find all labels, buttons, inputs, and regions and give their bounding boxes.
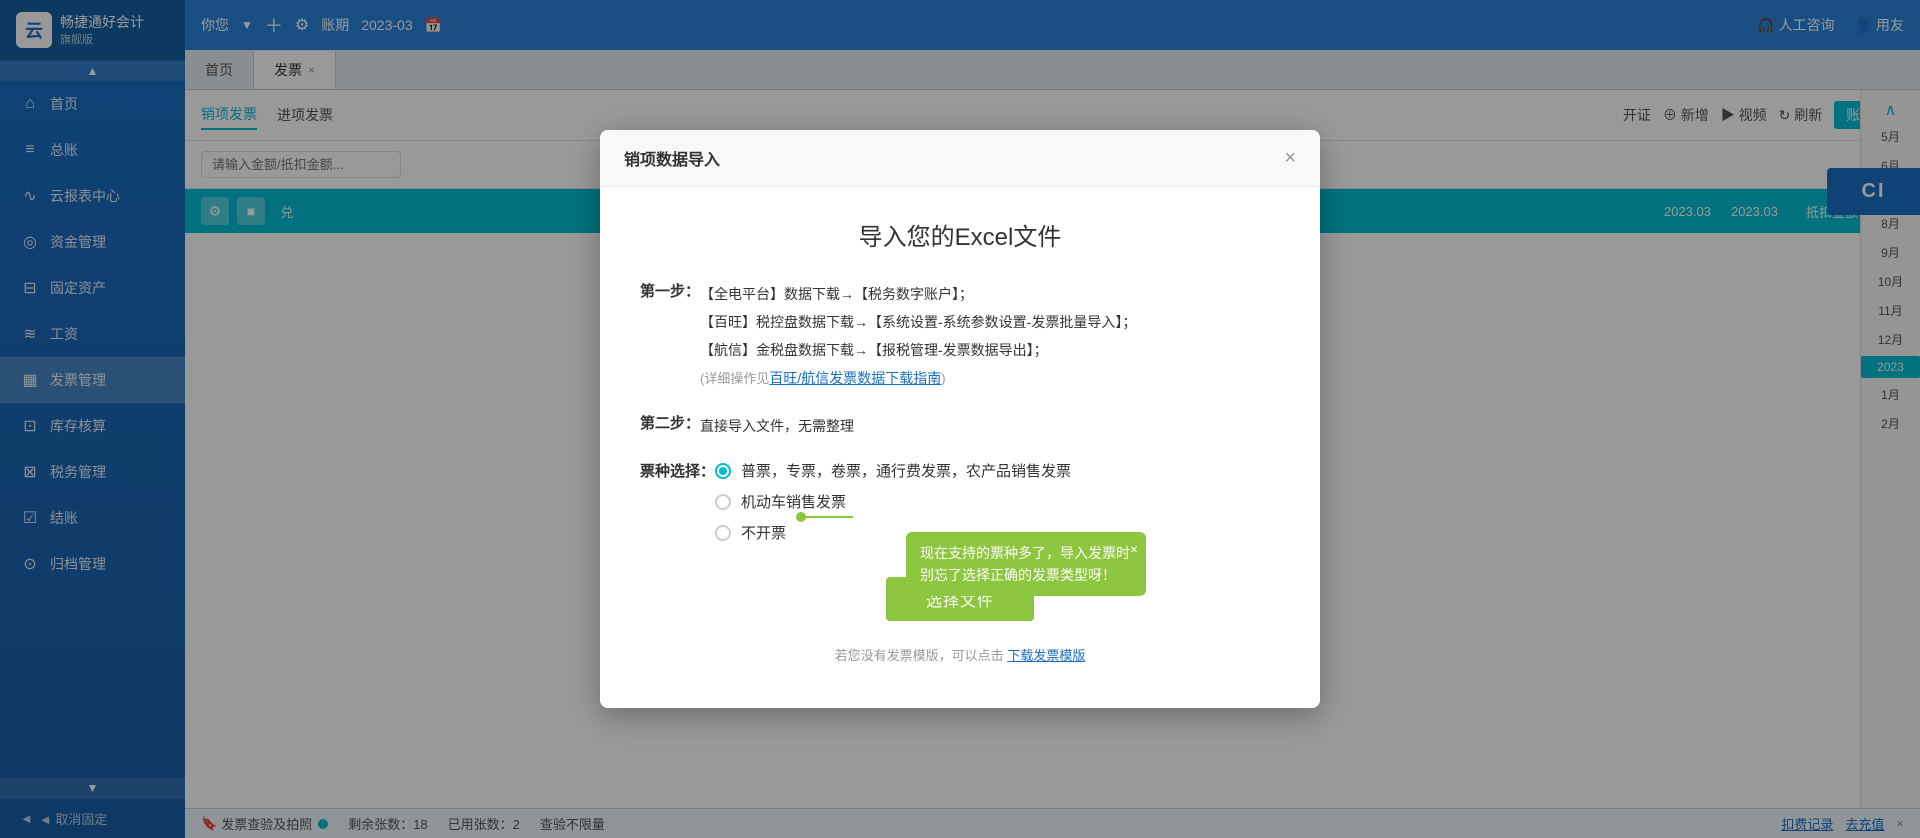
footer-text: 若您没有发票模版，可以点击 (835, 648, 1004, 663)
radio-label-1: 普票，专票，卷票，通行费发票，农产品销售发票 (741, 460, 1071, 481)
ticket-type-row: 票种选择： 普票，专票，卷票，通行费发票，农产品销售发票 机动车销售发票 (640, 460, 1280, 553)
tooltip-close-btn[interactable]: × (1130, 538, 1138, 560)
tooltip-text: 现在支持的票种多了，导入发票时别忘了选择正确的发票类型呀！ (920, 545, 1130, 583)
step1-line1: 【全电平台】数据下载→【税务数字账户】； (700, 280, 1136, 308)
modal-close-button[interactable]: × (1284, 148, 1296, 168)
step2-content: 直接导入文件，无需整理 (700, 412, 854, 440)
radio-label-3: 不开票 (741, 522, 786, 543)
step2-row: 第二步： 直接导入文件，无需整理 (640, 412, 1280, 440)
import-modal: 销项数据导入 × 导入您的Excel文件 第一步： 【全电平台】数据下载→【税务… (600, 130, 1320, 708)
modal-body: 导入您的Excel文件 第一步： 【全电平台】数据下载→【税务数字账户】； 【百… (600, 187, 1320, 708)
step2-label: 第二步： (640, 412, 700, 433)
radio-circle-2[interactable] (715, 494, 731, 510)
tooltip-line (798, 516, 853, 518)
step1-row: 第一步： 【全电平台】数据下载→【税务数字账户】； 【百旺】税控盘数据下载→【系… (640, 280, 1280, 392)
step1-line3: 【航信】金税盘数据下载→【报税管理-发票数据导出】； (700, 336, 1136, 364)
ticket-type-label: 票种选择： (640, 460, 715, 481)
radio-option-1[interactable]: 普票，专票，卷票，通行费发票，农产品销售发票 (715, 460, 1071, 481)
step1-line2: 【百旺】税控盘数据下载→【系统设置-系统参数设置-发票批量导入】； (700, 308, 1136, 336)
guide-link[interactable]: 百旺/航信发票数据下载指南 (769, 370, 941, 386)
radio-option-2[interactable]: 机动车销售发票 × 现在支持的票种多了，导入发票时别忘了选择正确的发票类型呀！ (715, 491, 1071, 512)
radio-inner-1 (719, 467, 727, 475)
radio-circle-3[interactable] (715, 525, 731, 541)
step1-hint-post: ) (941, 371, 945, 386)
step1: 第一步： 【全电平台】数据下载→【税务数字账户】； 【百旺】税控盘数据下载→【系… (640, 280, 1280, 392)
modal-footer: 若您没有发票模版，可以点击 下载发票模版 (640, 645, 1280, 684)
step1-link[interactable]: (详细操作见百旺/航信发票数据下载指南) (700, 364, 1136, 392)
step1-label: 第一步： (640, 280, 700, 301)
radio-group: 普票，专票，卷票，通行费发票，农产品销售发票 机动车销售发票 × 现在支持的票种… (715, 460, 1071, 553)
radio-circle-1[interactable] (715, 463, 731, 479)
download-template-link[interactable]: 下载发票模版 (1007, 648, 1085, 663)
tooltip-bubble: × 现在支持的票种多了，导入发票时别忘了选择正确的发票类型呀！ (906, 532, 1146, 597)
step1-hint-pre: (详细操作见 (700, 371, 769, 386)
radio-label-2: 机动车销售发票 (741, 491, 846, 512)
step2: 第二步： 直接导入文件，无需整理 (640, 412, 1280, 440)
step1-content: 【全电平台】数据下载→【税务数字账户】； 【百旺】税控盘数据下载→【系统设置-系… (700, 280, 1136, 392)
ticket-type-section: 票种选择： 普票，专票，卷票，通行费发票，农产品销售发票 机动车销售发票 (640, 460, 1280, 553)
modal-main-title: 导入您的Excel文件 (640, 217, 1280, 252)
modal-title: 销项数据导入 (624, 146, 720, 170)
modal-header: 销项数据导入 × (600, 130, 1320, 187)
